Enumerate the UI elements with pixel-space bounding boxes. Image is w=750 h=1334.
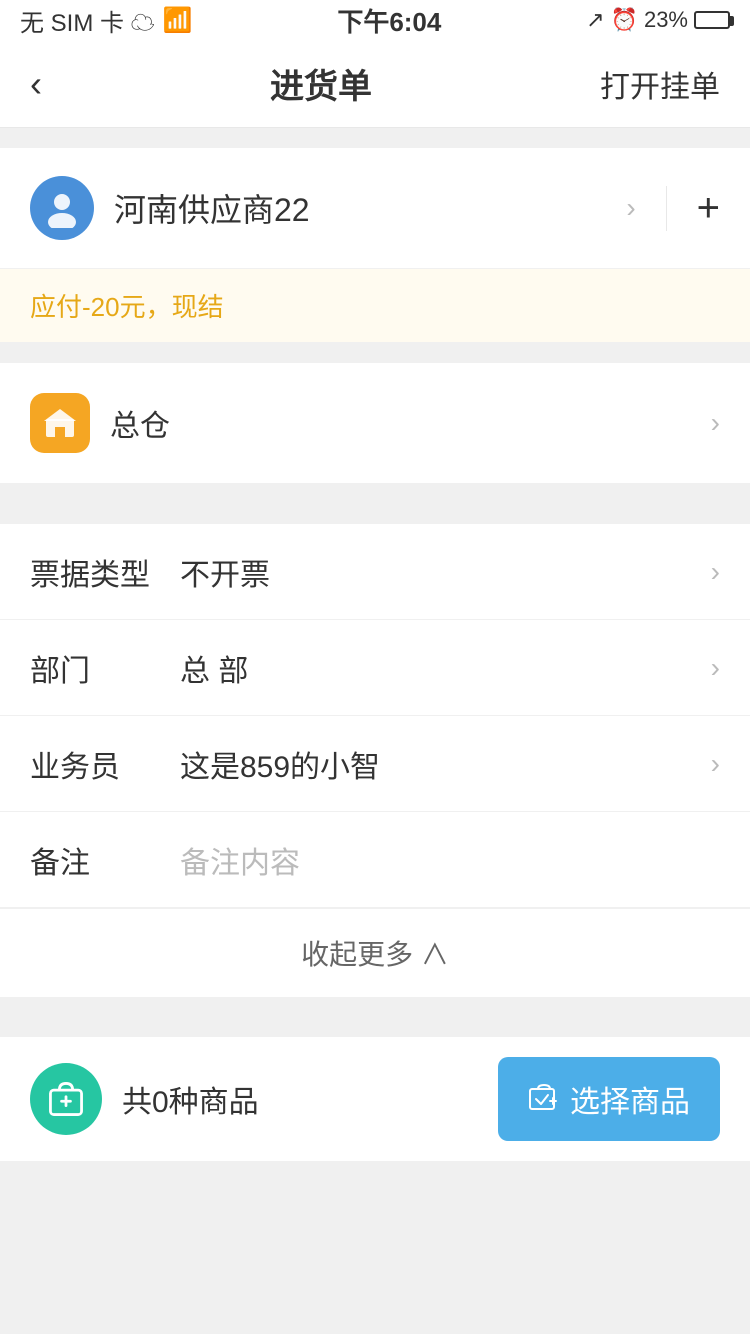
- back-button[interactable]: ‹: [30, 63, 42, 105]
- page-title: 进货单: [270, 59, 372, 108]
- department-value: 总 部: [170, 646, 711, 690]
- invoice-type-label: 票据类型: [30, 550, 170, 594]
- salesperson-value: 这是859的小智: [170, 742, 711, 786]
- remark-row[interactable]: 备注 备注内容: [0, 812, 750, 908]
- supplier-actions: › +: [626, 186, 720, 231]
- warehouse-row[interactable]: 总仓 ›: [0, 363, 750, 484]
- battery-icon: [694, 11, 730, 29]
- supplier-name: 河南供应商22: [114, 185, 626, 231]
- warehouse-name: 总仓: [110, 401, 711, 445]
- select-product-label: 选择商品: [570, 1077, 690, 1121]
- warehouse-section: 总仓 ›: [0, 363, 750, 484]
- status-time: 下午6:04: [337, 2, 441, 39]
- supplier-avatar: [30, 176, 94, 240]
- invoice-type-value: 不开票: [170, 550, 711, 594]
- product-icon-wrap: [30, 1063, 102, 1135]
- mid-divider: [0, 343, 750, 363]
- department-row[interactable]: 部门 总 部 ›: [0, 620, 750, 716]
- warehouse-icon-wrap: [30, 393, 90, 453]
- add-button[interactable]: +: [666, 186, 720, 231]
- collapse-label: 收起更多 ∧: [301, 933, 449, 973]
- bottom-divider: [0, 997, 750, 1017]
- supplier-row[interactable]: 河南供应商22 › +: [0, 148, 750, 269]
- alarm-icon: ⏰: [611, 7, 638, 33]
- remark-label: 备注: [30, 838, 170, 882]
- salesperson-chevron-icon: ›: [711, 748, 720, 780]
- notice-banner: 应付-20元，现结: [0, 269, 750, 343]
- page-root: 无 SIM 卡 ☁ 📶 下午6:04 ↗ ⏰ 23% ‹ 进货单 打开挂单: [0, 0, 750, 1334]
- open-pending-button[interactable]: 打开挂单: [600, 62, 720, 106]
- department-label: 部门: [30, 646, 170, 690]
- location-icon: ↗: [586, 7, 604, 33]
- status-right: ↗ ⏰ 23%: [586, 7, 730, 33]
- sim-label: 无 SIM 卡 ☁: [20, 3, 155, 38]
- invoice-chevron-icon: ›: [711, 556, 720, 588]
- select-product-icon: [528, 1083, 560, 1115]
- remark-value: 备注内容: [170, 838, 720, 882]
- select-product-button[interactable]: 选择商品: [498, 1057, 720, 1141]
- supplier-section: 河南供应商22 › + 应付-20元，现结: [0, 148, 750, 343]
- bottom-section: 共0种商品 选择商品: [0, 1037, 750, 1161]
- form-section: 票据类型 不开票 › 部门 总 部 › 业务员 这是859的小智 › 备注 备注…: [0, 524, 750, 997]
- form-divider: [0, 484, 750, 504]
- wifi-icon: 📶: [163, 6, 193, 35]
- salesperson-label: 业务员: [30, 742, 170, 786]
- nav-bar: ‹ 进货单 打开挂单: [0, 40, 750, 128]
- status-bar: 无 SIM 卡 ☁ 📶 下午6:04 ↗ ⏰ 23%: [0, 0, 750, 40]
- top-divider: [0, 128, 750, 148]
- department-chevron-icon: ›: [711, 652, 720, 684]
- supplier-chevron-icon: ›: [626, 192, 635, 224]
- warehouse-chevron-icon: ›: [711, 407, 720, 439]
- product-count: 共0种商品: [122, 1077, 478, 1121]
- battery-percent: 23%: [644, 7, 688, 33]
- invoice-type-row[interactable]: 票据类型 不开票 ›: [0, 524, 750, 620]
- status-left: 无 SIM 卡 ☁ 📶: [20, 3, 193, 38]
- collapse-toggle[interactable]: 收起更多 ∧: [0, 908, 750, 997]
- salesperson-row[interactable]: 业务员 这是859的小智 ›: [0, 716, 750, 812]
